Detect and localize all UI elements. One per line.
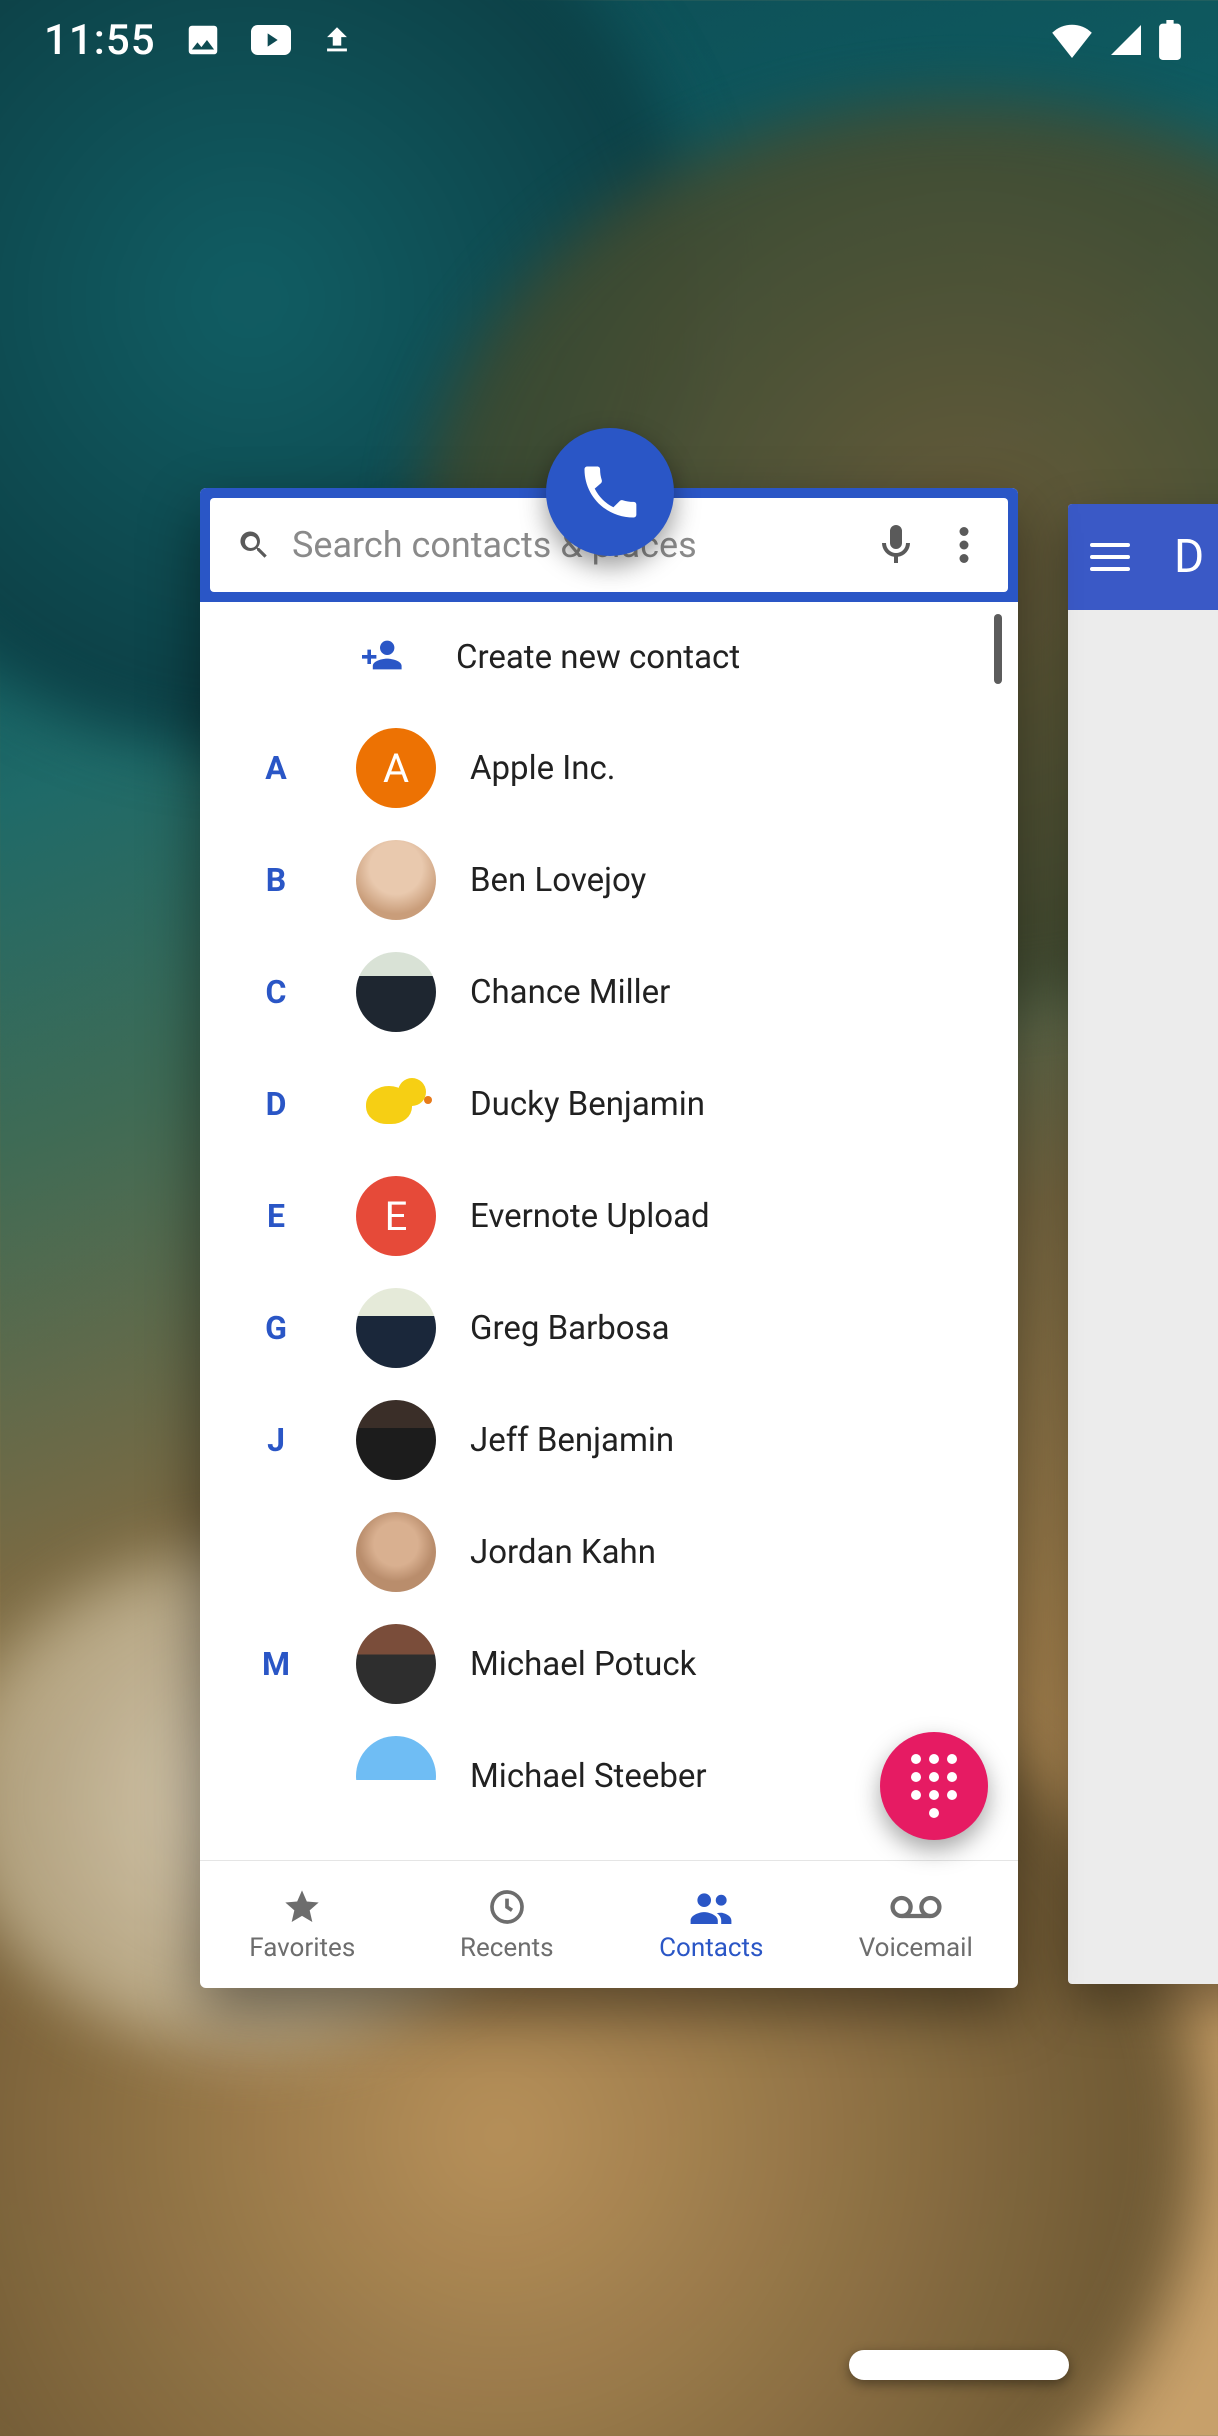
phone-app-card[interactable]: Search contacts & places Create new cont… (200, 488, 1018, 1988)
section-letter: M (246, 1645, 306, 1683)
contact-name: Ben Lovejoy (470, 861, 646, 900)
cell-signal-icon (1108, 22, 1144, 58)
contact-name: Apple Inc. (470, 749, 615, 788)
contact-row[interactable]: M Michael Potuck (200, 1608, 1018, 1720)
clock-icon (487, 1887, 527, 1927)
hamburger-icon[interactable] (1090, 543, 1130, 571)
youtube-icon (250, 25, 292, 55)
scroll-thumb[interactable] (994, 614, 1002, 684)
section-letter: E (246, 1197, 306, 1235)
section-letter: A (246, 749, 306, 787)
bottom-nav: Favorites Recents Contacts Voicemail (200, 1860, 1018, 1988)
contact-name: Greg Barbosa (470, 1309, 670, 1348)
contact-name: Ducky Benjamin (470, 1085, 705, 1124)
section-letter: J (246, 1421, 306, 1459)
contact-row[interactable]: D Ducky Benjamin (200, 1048, 1018, 1160)
dialpad-icon (911, 1754, 957, 1818)
avatar: E (356, 1176, 436, 1256)
contact-name: Chance Miller (470, 973, 670, 1012)
add-contact-icon (356, 637, 404, 677)
battery-icon (1158, 20, 1182, 60)
contact-name: Michael Steeber (470, 1757, 707, 1796)
contact-name: Jordan Kahn (470, 1533, 656, 1572)
overflow-menu-icon[interactable] (934, 515, 994, 575)
nav-voicemail[interactable]: Voicemail (814, 1861, 1019, 1988)
avatar: A (356, 728, 436, 808)
nav-recents[interactable]: Recents (405, 1861, 610, 1988)
background-app-header: D (1068, 504, 1218, 610)
avatar (356, 1064, 436, 1144)
section-letter: D (246, 1085, 306, 1123)
contacts-list[interactable]: Create new contact A A Apple Inc. B Ben Love… (200, 602, 1018, 1860)
avatar (356, 1736, 436, 1816)
search-icon[interactable] (224, 515, 284, 575)
background-app-title: D (1174, 530, 1204, 584)
status-time: 11:55 (44, 16, 156, 65)
avatar (356, 1288, 436, 1368)
create-contact-label: Create new contact (456, 638, 740, 677)
avatar (356, 1624, 436, 1704)
contact-row[interactable]: A A Apple Inc. (200, 712, 1018, 824)
people-icon (687, 1887, 735, 1927)
create-contact-row[interactable]: Create new contact (200, 602, 1018, 712)
contact-row[interactable]: B Ben Lovejoy (200, 824, 1018, 936)
dialpad-fab[interactable] (880, 1732, 988, 1840)
contact-row[interactable]: E E Evernote Upload (200, 1160, 1018, 1272)
section-letter: B (246, 861, 306, 899)
section-letter: G (246, 1309, 306, 1347)
star-icon (282, 1887, 322, 1927)
nav-favorites[interactable]: Favorites (200, 1861, 405, 1988)
contact-name: Jeff Benjamin (470, 1421, 674, 1460)
upload-icon (320, 21, 354, 59)
home-indicator[interactable] (849, 2350, 1069, 2380)
nav-favorites-label: Favorites (249, 1933, 355, 1963)
status-bar: 11:55 (0, 0, 1218, 92)
mic-icon[interactable] (866, 515, 926, 575)
nav-contacts[interactable]: Contacts (609, 1861, 814, 1988)
avatar (356, 840, 436, 920)
wifi-icon (1050, 22, 1094, 58)
contact-name: Evernote Upload (470, 1197, 710, 1236)
contact-name: Michael Potuck (470, 1645, 696, 1684)
avatar (356, 1400, 436, 1480)
avatar (356, 952, 436, 1032)
image-icon (184, 21, 222, 59)
avatar (356, 1512, 436, 1592)
contact-row[interactable]: G Greg Barbosa (200, 1272, 1018, 1384)
background-app-card[interactable]: D (1068, 504, 1218, 1984)
nav-voicemail-label: Voicemail (859, 1933, 973, 1963)
voicemail-icon (889, 1887, 943, 1927)
phone-app-icon[interactable] (546, 428, 674, 556)
contact-row[interactable]: J Jeff Benjamin (200, 1384, 1018, 1496)
nav-recents-label: Recents (460, 1933, 554, 1963)
section-letter: C (246, 973, 306, 1011)
nav-contacts-label: Contacts (659, 1933, 763, 1963)
contact-row[interactable]: C Chance Miller (200, 936, 1018, 1048)
contact-row[interactable]: Jordan Kahn (200, 1496, 1018, 1608)
